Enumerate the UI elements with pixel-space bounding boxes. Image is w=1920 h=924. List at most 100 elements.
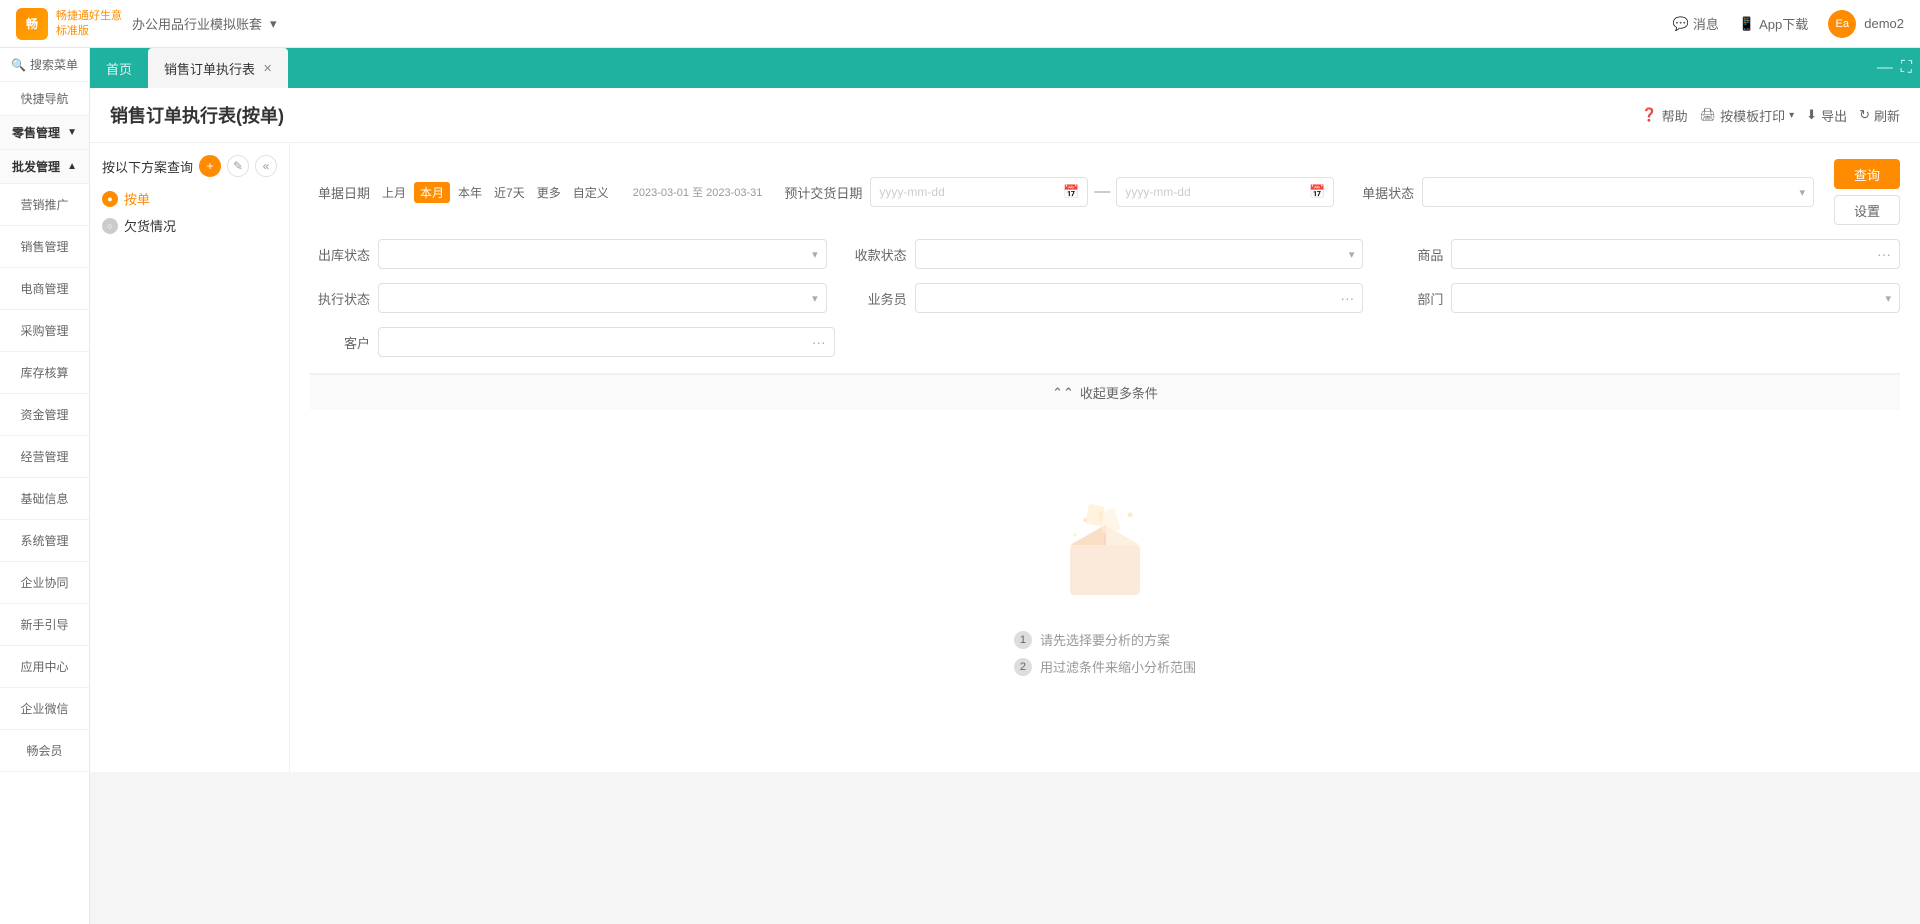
right-filter-content: 单据日期 上月 本月 本年 近7天 更多 自定义 [290,143,1920,772]
last-7-btn[interactable]: 近7天 [490,182,529,203]
expected-date-range: yyyy-mm-dd 📅 — yyyy-mm-dd 📅 [870,177,1334,207]
header-left: 畅 畅捷通好生意 标准版 办公用品行业模拟账套 ▾ [16,8,277,40]
logo-abbr-text: 畅 [26,15,38,32]
breadcrumb[interactable]: 办公用品行业模拟账套 ▾ [132,14,277,33]
salesperson-input[interactable]: ··· [915,283,1364,313]
scheme-active-icon: ● [102,191,118,207]
exec-status-select[interactable]: ▾ [378,283,827,313]
sidebar-item-purchase[interactable]: 采购管理 [0,310,89,352]
sidebar-item-finance[interactable]: 资金管理 [0,394,89,436]
scheme-inactive-icon: ○ [102,218,118,234]
department-select[interactable]: ▾ [1451,283,1900,313]
sidebar-item-operations[interactable]: 经营管理 [0,436,89,478]
app-logo-icon: 畅 [16,8,48,40]
add-scheme-btn[interactable]: + [199,155,221,177]
settings-btn[interactable]: 设置 [1834,195,1900,225]
salesperson-more-icon[interactable]: ··· [1340,290,1354,306]
expected-date-group: 预计交货日期 yyyy-mm-dd 📅 — yyyy-mm-d [782,177,1334,207]
download-icon: 📱 [1739,16,1755,32]
tab-minimize-btn[interactable]: — [1877,59,1893,77]
more-btn[interactable]: 更多 [533,182,565,203]
header-right: 💬 消息 📱 App下载 Ea demo2 [1673,10,1904,38]
customer-more-icon[interactable]: ··· [812,334,826,350]
filter-row-2: 出库状态 ▾ 收款状态 [310,239,1900,269]
help-icon: ❓ [1641,107,1657,123]
salesperson-label: 业务员 [847,289,907,308]
search-icon: 🔍 [11,58,26,72]
scheme-item-owe-stock[interactable]: ○ 欠货情况 [102,212,277,239]
main-content-wrapper: 按以下方案查询 + ✎ « [90,143,1920,772]
left-scheme-panel: 按以下方案查询 + ✎ « [90,143,290,772]
collapse-left-icon: « [263,159,270,173]
department-label: 部门 [1383,289,1443,308]
filter-form: 单据日期 上月 本月 本年 近7天 更多 自定义 [310,159,1900,374]
sidebar-item-system[interactable]: 系统管理 [0,520,89,562]
sidebar-item-newbie[interactable]: 新手引导 [0,604,89,646]
sidebar-quick-nav[interactable]: 快捷导航 [0,82,89,116]
empty-tip-2: 2 用过滤条件来缩小分析范围 [1014,657,1196,676]
sidebar-item-sales[interactable]: 销售管理 [0,226,89,268]
collapse-scheme-btn[interactable]: « [255,155,277,177]
receive-status-group: 收款状态 ▾ [847,239,1364,269]
sidebar-item-marketing[interactable]: 营销推广 [0,184,89,226]
scheme-item-by-order[interactable]: ● 按单 [102,185,277,212]
sidebar-item-member[interactable]: 畅会员 [0,730,89,772]
edit-scheme-btn[interactable]: ✎ [227,155,249,177]
calendar-start-icon: 📅 [1063,184,1079,200]
sidebar-item-enterprise[interactable]: 企业协同 [0,562,89,604]
sidebar-search[interactable]: 🔍 搜索菜单 [0,48,89,82]
chevron-up-icon: ▲ [67,161,77,172]
sidebar-item-retail[interactable]: 零售管理 ▼ [0,116,89,150]
tab-home[interactable]: 首页 [90,48,148,88]
edit-icon: ✎ [233,159,243,173]
user-avatar: Ea [1828,10,1856,38]
query-btn[interactable]: 查询 [1834,159,1900,189]
empty-illustration [1045,490,1165,610]
this-month-btn[interactable]: 本月 [414,182,450,203]
collapse-more-btn[interactable]: ⌃⌃ 收起更多条件 [310,374,1900,410]
customer-group: 客户 ··· [310,327,835,357]
out-status-select[interactable]: ▾ [378,239,827,269]
sidebar-item-basic[interactable]: 基础信息 [0,478,89,520]
custom-btn[interactable]: 自定义 [569,182,613,203]
doc-date-group: 单据日期 上月 本月 本年 近7天 更多 自定义 [310,182,613,203]
tab-sales-order-list[interactable]: 销售订单执行表 ✕ [148,48,288,88]
this-year-btn[interactable]: 本年 [454,182,486,203]
goods-input[interactable]: ··· [1451,239,1900,269]
empty-state: 1 请先选择要分析的方案 2 用过滤条件来缩小分析范围 [310,410,1900,756]
filter-row-3: 执行状态 ▾ 业务员 ··· [310,283,1900,313]
print-icon: 🖨 [1700,107,1717,123]
out-status-arrow-icon: ▾ [812,248,818,261]
sidebar-item-wholesale[interactable]: 批发管理 ▲ [0,150,89,184]
expected-date-start[interactable]: yyyy-mm-dd 📅 [870,177,1088,207]
sidebar-item-inventory[interactable]: 库存核算 [0,352,89,394]
goods-more-icon[interactable]: ··· [1877,246,1891,262]
receive-status-select[interactable]: ▾ [915,239,1364,269]
query-actions: 查询 设置 [1834,159,1900,225]
app-download-btn[interactable]: 📱 App下载 [1739,14,1808,33]
sidebar-item-ecommerce[interactable]: 电商管理 [0,268,89,310]
expected-date-end[interactable]: yyyy-mm-dd 📅 [1116,177,1334,207]
sidebar-item-wechat[interactable]: 企业微信 [0,688,89,730]
user-profile-btn[interactable]: Ea demo2 [1828,10,1904,38]
tab-close-icon[interactable]: ✕ [263,62,272,75]
message-btn[interactable]: 💬 消息 [1673,14,1719,33]
exec-status-label: 执行状态 [310,289,370,308]
doc-status-select[interactable]: ▾ [1422,177,1814,207]
last-month-btn[interactable]: 上月 [378,182,410,203]
export-icon: ⬇ [1806,107,1817,123]
tab-maximize-btn[interactable]: ⛶ [1901,59,1912,77]
top-header: 畅 畅捷通好生意 标准版 办公用品行业模拟账套 ▾ 💬 消息 📱 App下载 E… [0,0,1920,48]
print-arrow-icon: ▾ [1789,110,1794,121]
refresh-btn[interactable]: ↻ 刷新 [1859,106,1900,125]
message-icon: 💬 [1673,16,1689,32]
calendar-end-icon: 📅 [1309,184,1325,200]
chevron-up-icon: ⌃⌃ [1052,385,1074,401]
department-group: 部门 ▾ [1383,283,1900,313]
customer-input[interactable]: ··· [378,327,835,357]
sidebar-item-appstore[interactable]: 应用中心 [0,646,89,688]
salesperson-group: 业务员 ··· [847,283,1364,313]
print-btn[interactable]: 🖨 按模板打印 ▾ [1700,106,1795,125]
export-btn[interactable]: ⬇ 导出 [1806,106,1847,125]
help-btn[interactable]: ❓ 帮助 [1641,106,1687,125]
